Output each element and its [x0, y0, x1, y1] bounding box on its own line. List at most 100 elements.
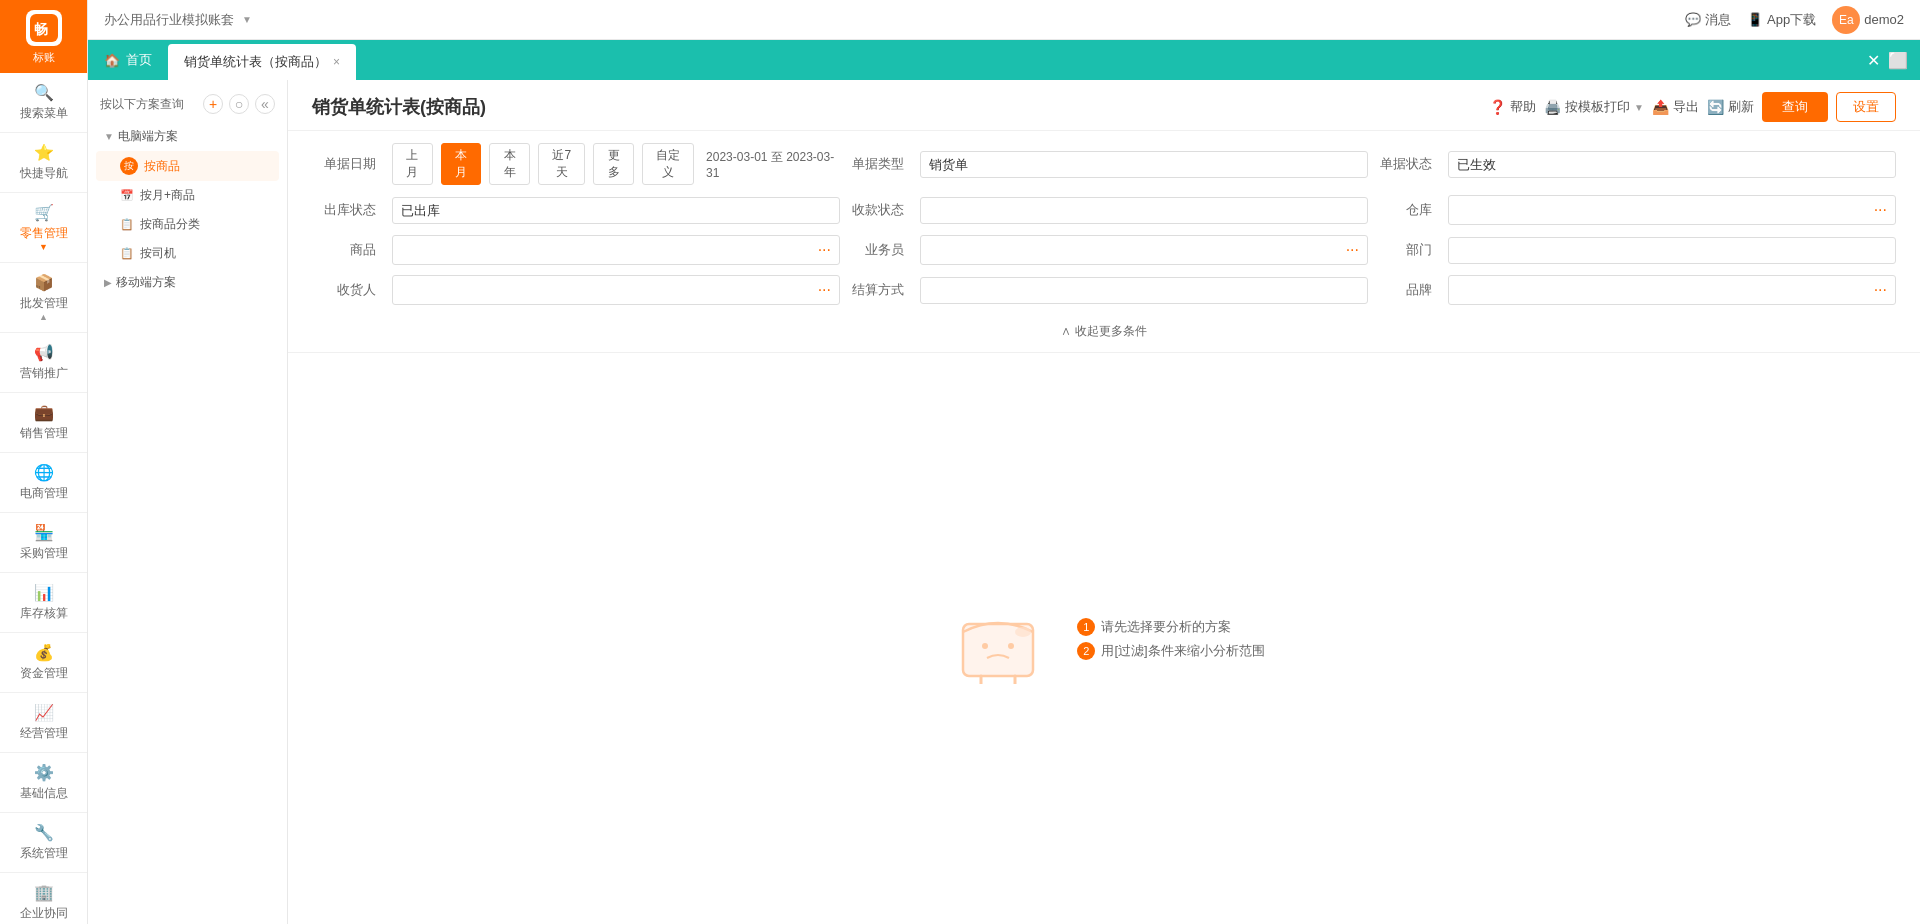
goods-dots-icon[interactable]: ··· — [818, 241, 831, 259]
tab-bar: 🏠 首页 销货单统计表（按商品） × ✕ ⬜ — [88, 40, 1920, 80]
message-button[interactable]: 💬 消息 — [1685, 11, 1731, 29]
sidebar-sales-label: 销售管理 — [20, 425, 68, 442]
scheme-item-by-product[interactable]: 按 按商品 — [96, 151, 279, 181]
query-button[interactable]: 查询 — [1762, 92, 1828, 122]
logo-icon: 畅 — [26, 10, 62, 46]
hint-text-2: 用[过滤]条件来缩小分析范围 — [1101, 642, 1264, 660]
doc-status-select[interactable]: 已生效 — [1448, 151, 1896, 178]
sidebar-enterprise-label: 企业协同 — [20, 905, 68, 922]
date-custom-btn[interactable]: 自定义 — [642, 143, 694, 185]
scheme-item-by-driver[interactable]: 📋 按司机 — [96, 239, 279, 268]
scheme-item-label-2: 按商品分类 — [140, 216, 200, 233]
sidebar-item-system[interactable]: 🔧 系统管理 — [0, 813, 88, 873]
date-more-btn[interactable]: 更多 — [593, 143, 634, 185]
industry-label: 办公用品行业模拟账套 — [104, 11, 234, 29]
desktop-group-arrow: ▼ — [104, 131, 114, 142]
tab-home[interactable]: 🏠 首页 — [88, 40, 168, 80]
date-last7-btn[interactable]: 近7天 — [538, 143, 585, 185]
pay-status-label: 收款状态 — [840, 201, 912, 219]
date-this-year-btn[interactable]: 本年 — [489, 143, 530, 185]
brand-label: 品牌 — [1368, 281, 1440, 299]
app-download-button[interactable]: 📱 App下载 — [1747, 11, 1816, 29]
empty-svg — [943, 594, 1053, 684]
tab-maximize-button[interactable]: ⬜ — [1888, 51, 1908, 70]
tab-close-window-button[interactable]: ✕ — [1867, 51, 1880, 70]
sidebar-item-operations[interactable]: 📈 经营管理 — [0, 693, 88, 753]
date-last-month-btn[interactable]: 上月 — [392, 143, 433, 185]
receiver-dots-icon[interactable]: ··· — [818, 281, 831, 299]
sidebar-item-retail[interactable]: 🛒 零售管理 ▼ — [0, 193, 88, 263]
user-profile[interactable]: Ea demo2 — [1832, 6, 1904, 34]
industry-selector[interactable]: 办公用品行业模拟账套 ▼ — [104, 11, 252, 29]
sidebar-item-sales[interactable]: 💼 销售管理 — [0, 393, 88, 453]
avatar: Ea — [1832, 6, 1860, 34]
help-button[interactable]: ❓ 帮助 — [1489, 98, 1536, 116]
filter-row-4: 收货人 ··· 结算方式 — [312, 275, 1896, 305]
goods-input[interactable]: ··· — [392, 235, 840, 265]
receiver-input[interactable]: ··· — [392, 275, 840, 305]
collapse-more-button[interactable]: ∧ 收起更多条件 — [312, 315, 1896, 344]
svg-point-7 — [1015, 627, 1031, 637]
desktop-scheme-group: ▼ 电脑端方案 按 按商品 📅 按月+商品 📋 按商品分类 📋 按司机 — [88, 122, 287, 268]
sidebar-item-ecommerce[interactable]: 🌐 电商管理 — [0, 453, 88, 513]
mobile-scheme-group: ▶ 移动端方案 — [88, 268, 287, 297]
out-status-select[interactable]: 已出库 — [392, 197, 840, 224]
scheme-item-label-0: 按商品 — [144, 158, 180, 175]
add-scheme-button[interactable]: + — [203, 94, 223, 114]
top-header: 办公用品行业模拟账套 ▼ 💬 消息 📱 App下载 Ea demo2 — [88, 0, 1920, 40]
avatar-text: Ea — [1839, 13, 1854, 27]
compass-icon: ⭐ — [34, 143, 54, 162]
filter-row-3: 商品 ··· 业务员 ··· 部门 — [312, 235, 1896, 265]
settings-button[interactable]: 设置 — [1836, 92, 1896, 122]
refresh-button[interactable]: 🔄 刷新 — [1707, 98, 1754, 116]
filter-area: 单据日期 上月 本月 本年 近7天 更多 自定义 2023-03-01 至 20… — [288, 131, 1920, 353]
driver-icon: 📋 — [120, 247, 134, 260]
sidebar-finance-label: 资金管理 — [20, 665, 68, 682]
date-this-month-btn[interactable]: 本月 — [441, 143, 482, 185]
collapse-label: ∧ 收起更多条件 — [1061, 324, 1146, 338]
collapse-panel-button[interactable]: « — [255, 94, 275, 114]
out-status-label: 出库状态 — [312, 201, 384, 219]
salesman-input[interactable]: ··· — [920, 235, 1368, 265]
mobile-group-title[interactable]: ▶ 移动端方案 — [96, 268, 279, 297]
sidebar-item-enterprise[interactable]: 🏢 企业协同 — [0, 873, 88, 924]
sidebar-item-search[interactable]: 🔍 搜索菜单 — [0, 73, 88, 133]
receiver-label: 收货人 — [312, 281, 384, 299]
username-label: demo2 — [1864, 12, 1904, 27]
desktop-group-title[interactable]: ▼ 电脑端方案 — [96, 122, 279, 151]
edit-scheme-button[interactable]: ○ — [229, 94, 249, 114]
sidebar-item-finance[interactable]: 💰 资金管理 — [0, 633, 88, 693]
sidebar-operations-label: 经营管理 — [20, 725, 68, 742]
export-label: 导出 — [1673, 98, 1699, 116]
export-button[interactable]: 📤 导出 — [1652, 98, 1699, 116]
search-icon: 🔍 — [34, 83, 54, 102]
marketing-icon: 📢 — [34, 343, 54, 362]
scheme-panel-header: 按以下方案查询 + ○ « — [88, 90, 287, 122]
scheme-item-by-month-product[interactable]: 📅 按月+商品 — [96, 181, 279, 210]
brand-dots-icon[interactable]: ··· — [1874, 281, 1887, 299]
doc-type-select[interactable]: 销货单 — [920, 151, 1368, 178]
sidebar-item-basic[interactable]: ⚙️ 基础信息 — [0, 753, 88, 813]
mobile-group-arrow: ▶ — [104, 277, 112, 288]
dept-select[interactable] — [1448, 237, 1896, 264]
logo-text: 标账 — [33, 50, 55, 65]
sidebar-item-quick[interactable]: ⭐ 快捷导航 — [0, 133, 88, 193]
scheme-item-by-category[interactable]: 📋 按商品分类 — [96, 210, 279, 239]
sidebar-item-inventory[interactable]: 📊 库存核算 — [0, 573, 88, 633]
print-button[interactable]: 🖨️ 按模板打印 ▼ — [1544, 98, 1644, 116]
warehouse-input[interactable]: ··· — [1448, 195, 1896, 225]
brand-input[interactable]: ··· — [1448, 275, 1896, 305]
tab-active[interactable]: 销货单统计表（按商品） × — [168, 44, 356, 80]
sidebar-item-marketing[interactable]: 📢 营销推广 — [0, 333, 88, 393]
sidebar-item-purchase[interactable]: 🏪 采购管理 — [0, 513, 88, 573]
sidebar: 畅 标账 🔍 搜索菜单 ⭐ 快捷导航 🛒 零售管理 ▼ 📦 批发管理 ▲ 📢 营… — [0, 0, 88, 924]
sidebar-item-wholesale[interactable]: 📦 批发管理 ▲ — [0, 263, 88, 333]
tab-close-button[interactable]: × — [333, 55, 340, 69]
settle-select[interactable] — [920, 277, 1368, 304]
pay-status-select[interactable] — [920, 197, 1368, 224]
warehouse-dots-icon[interactable]: ··· — [1874, 201, 1887, 219]
tab-home-label: 首页 — [126, 51, 152, 69]
mobile-group-label: 移动端方案 — [116, 274, 176, 291]
salesman-dots-icon[interactable]: ··· — [1346, 241, 1359, 259]
svg-text:畅: 畅 — [34, 21, 48, 37]
